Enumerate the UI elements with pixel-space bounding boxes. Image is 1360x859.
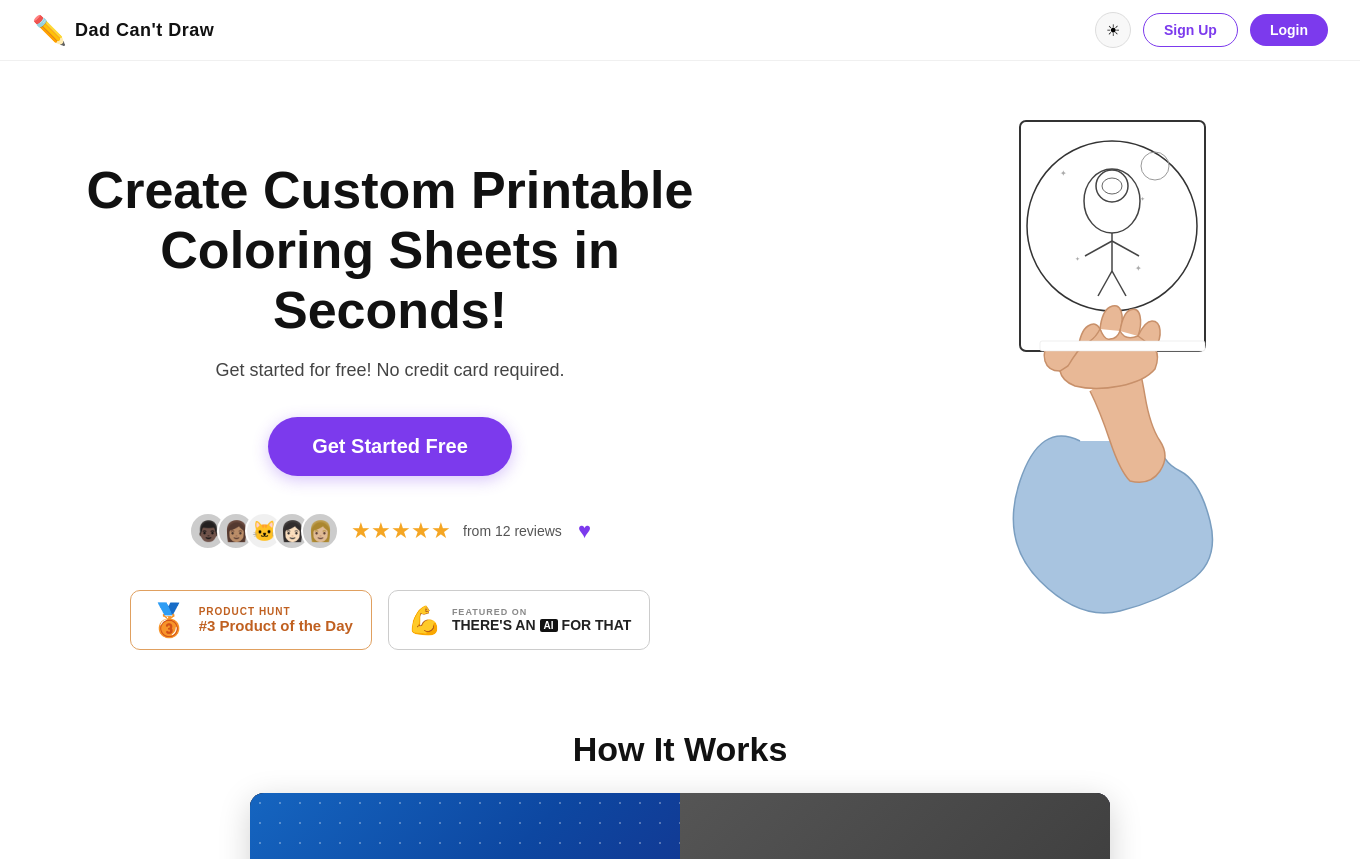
sun-icon: ☀: [1106, 21, 1120, 40]
avatars: 👨🏿 👩🏽 🐱 👩🏻 👩🏼: [189, 512, 339, 550]
hand-coloring-svg: ✦ ✦ ✦ ✦: [960, 101, 1280, 621]
avatar: 👩🏼: [301, 512, 339, 550]
logo-text: Dad Can't Draw: [75, 20, 214, 41]
navbar: ✏️ Dad Can't Draw ☀ Sign Up Login: [0, 0, 1360, 61]
video-embed[interactable]: 5 Create One-of-a-Kind Coloring Pages wi…: [250, 793, 1110, 859]
ai-tag: AI: [540, 619, 558, 632]
login-button[interactable]: Login: [1250, 14, 1328, 46]
ai-for-that-prefix: THERE'S AN: [452, 617, 536, 633]
heart-icon: ♥: [578, 518, 591, 544]
how-it-works-section: How It Works 5 Create One-of-a-Kind Colo…: [0, 690, 1360, 859]
ai-for-that-text: FEATURED ON THERE'S AN AI FOR THAT: [452, 607, 631, 633]
hero-title: Create Custom Printable Coloring Sheets …: [80, 161, 700, 340]
dots-bg: [250, 793, 680, 859]
logo-icon: ✏️: [32, 14, 67, 47]
person-svg: [680, 841, 1110, 859]
svg-point-1: [1027, 141, 1197, 311]
signup-button[interactable]: Sign Up: [1143, 13, 1238, 47]
product-hunt-badge[interactable]: 🥉 PRODUCT HUNT #3 Product of the Day: [130, 590, 372, 650]
video-placeholder: 5 Create One-of-a-Kind Coloring Pages wi…: [250, 793, 1110, 859]
product-hunt-label: PRODUCT HUNT: [199, 606, 353, 617]
ai-for-that-label: FEATURED ON: [452, 607, 631, 617]
theme-toggle-button[interactable]: ☀: [1095, 12, 1131, 48]
ai-for-that-title-line: THERE'S AN AI FOR THAT: [452, 617, 631, 633]
social-proof: 👨🏿 👩🏽 🐱 👩🏻 👩🏼 ★★★★★ from 12 reviews ♥: [80, 512, 700, 550]
star-rating: ★★★★★: [351, 518, 451, 544]
product-hunt-title: #3 Product of the Day: [199, 617, 353, 634]
get-started-button[interactable]: Get Started Free: [268, 417, 512, 476]
how-title: How It Works: [80, 730, 1280, 769]
video-left-panel: [250, 793, 680, 859]
hero-image: ✦ ✦ ✦ ✦: [960, 101, 1280, 621]
ai-for-that-suffix: FOR THAT: [562, 617, 632, 633]
reviews-text: from 12 reviews: [463, 523, 562, 539]
svg-text:✦: ✦: [1135, 264, 1142, 273]
svg-text:✦: ✦: [1075, 256, 1080, 262]
nav-right: ☀ Sign Up Login: [1095, 12, 1328, 48]
svg-rect-15: [1040, 341, 1205, 351]
product-hunt-text: PRODUCT HUNT #3 Product of the Day: [199, 606, 353, 634]
hero-illustration: ✦ ✦ ✦ ✦: [960, 101, 1280, 621]
hero-subtitle: Get started for free! No credit card req…: [80, 360, 700, 381]
badges: 🥉 PRODUCT HUNT #3 Product of the Day 💪 F…: [80, 590, 700, 650]
video-right-panel: [680, 793, 1110, 859]
svg-text:✦: ✦: [1140, 196, 1145, 202]
hero-left: Create Custom Printable Coloring Sheets …: [80, 121, 700, 650]
ai-for-that-badge[interactable]: 💪 FEATURED ON THERE'S AN AI FOR THAT: [388, 590, 650, 650]
hero-cta-wrap: Get Started Free: [80, 417, 700, 476]
hero-section: Create Custom Printable Coloring Sheets …: [0, 61, 1360, 690]
svg-text:✦: ✦: [1060, 169, 1067, 178]
logo-link[interactable]: ✏️ Dad Can't Draw: [32, 14, 214, 47]
muscle-icon: 💪: [407, 604, 442, 637]
medal-icon: 🥉: [149, 601, 189, 639]
